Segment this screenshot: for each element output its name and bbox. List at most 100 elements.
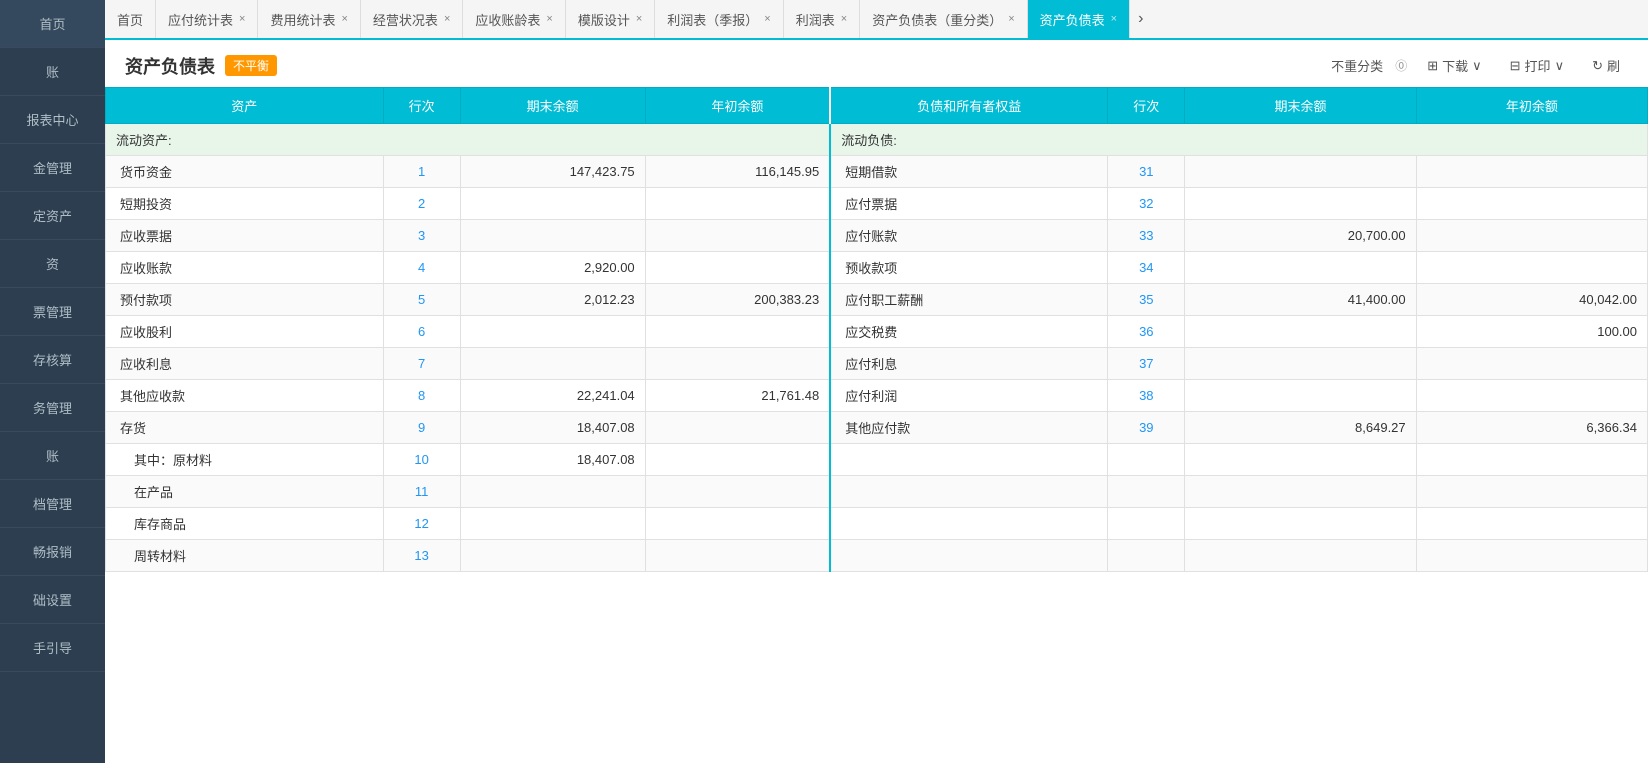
asset-name: 在产品 bbox=[106, 476, 384, 508]
tab-close-profit-quarterly[interactable]: × bbox=[764, 13, 770, 25]
liability-end-amount bbox=[1185, 380, 1416, 412]
sidebar-item-tax-mgmt[interactable]: 务管理 bbox=[0, 384, 105, 432]
liability-begin-amount bbox=[1416, 348, 1647, 380]
help-icon[interactable]: ⓪ bbox=[1395, 57, 1407, 74]
refresh-button[interactable]: ↻ 刷 bbox=[1584, 52, 1628, 79]
asset-begin-amount bbox=[645, 412, 830, 444]
liability-begin-amount: 40,042.00 bbox=[1416, 284, 1647, 316]
tab-home[interactable]: 首页 bbox=[105, 0, 156, 39]
tab-ar-aging[interactable]: 应收账龄表× bbox=[463, 0, 565, 39]
liability-begin-amount bbox=[1416, 476, 1647, 508]
sidebar: 首页 账 报表中心 金管理 定资产 资 票管理 存核算 务管理 账 档管理 畅报… bbox=[0, 0, 105, 763]
tab-close-ar-aging[interactable]: × bbox=[546, 13, 552, 25]
tab-profit-quarterly[interactable]: 利润表（季报）× bbox=[655, 0, 783, 39]
tab-balance[interactable]: 资产负债表× bbox=[1028, 0, 1130, 39]
liability-row-num: 37 bbox=[1108, 348, 1185, 380]
section-label-left: 流动资产: bbox=[106, 124, 831, 156]
liability-begin-amount bbox=[1416, 508, 1647, 540]
sidebar-item-inventory[interactable]: 存核算 bbox=[0, 336, 105, 384]
sidebar-item-home[interactable]: 首页 bbox=[0, 0, 105, 48]
report-table: 资产 行次 期末余额 年初余额 负债和所有者权益 行次 期末余额 年初余额 流动… bbox=[105, 87, 1648, 572]
col-header-end-left: 期末余额 bbox=[460, 88, 645, 124]
asset-begin-amount bbox=[645, 188, 830, 220]
asset-end-amount bbox=[460, 508, 645, 540]
tab-close-template-design[interactable]: × bbox=[636, 13, 642, 25]
sidebar-item-ledger[interactable]: 账 bbox=[0, 48, 105, 96]
sidebar-item-archive[interactable]: 档管理 bbox=[0, 480, 105, 528]
asset-end-amount bbox=[460, 348, 645, 380]
asset-name: 货币资金 bbox=[106, 156, 384, 188]
tab-close-ap-stats[interactable]: × bbox=[239, 13, 245, 25]
asset-row-num: 13 bbox=[383, 540, 460, 572]
sidebar-item-expense[interactable]: 畅报销 bbox=[0, 528, 105, 576]
asset-begin-amount: 21,761.48 bbox=[645, 380, 830, 412]
liability-begin-amount bbox=[1416, 380, 1647, 412]
tab-close-profit[interactable]: × bbox=[841, 13, 847, 25]
liability-end-amount: 41,400.00 bbox=[1185, 284, 1416, 316]
liability-name: 应交税费 bbox=[830, 316, 1108, 348]
sidebar-item-bank[interactable]: 账 bbox=[0, 432, 105, 480]
sidebar-item-ticket-mgmt[interactable]: 票管理 bbox=[0, 288, 105, 336]
sidebar-item-guide[interactable]: 手引导 bbox=[0, 624, 105, 672]
asset-begin-amount: 116,145.95 bbox=[645, 156, 830, 188]
liability-end-amount bbox=[1185, 316, 1416, 348]
page-header: 资产负债表 不平衡 不重分类 ⓪ ⊞ 下载 ∨ ⊟ 打印 ∨ ↻ 刷 bbox=[105, 40, 1648, 87]
asset-name: 库存商品 bbox=[106, 508, 384, 540]
liability-row-num: 38 bbox=[1108, 380, 1185, 412]
tab-close-balance-reclassified[interactable]: × bbox=[1008, 13, 1014, 25]
sidebar-item-fund-mgmt[interactable]: 金管理 bbox=[0, 144, 105, 192]
main-area: 首页 应付统计表× 费用统计表× 经营状况表× 应收账龄表× 模版设计× 利润表… bbox=[105, 0, 1648, 763]
asset-end-amount bbox=[460, 316, 645, 348]
liability-row-num: 35 bbox=[1108, 284, 1185, 316]
asset-row-num: 5 bbox=[383, 284, 460, 316]
col-header-asset: 资产 bbox=[106, 88, 384, 124]
asset-begin-amount bbox=[645, 316, 830, 348]
tab-balance-reclassified[interactable]: 资产负债表（重分类）× bbox=[860, 0, 1027, 39]
tab-ap-stats[interactable]: 应付统计表× bbox=[156, 0, 258, 39]
liability-begin-amount bbox=[1416, 540, 1647, 572]
liability-begin-amount bbox=[1416, 444, 1647, 476]
liability-begin-amount bbox=[1416, 220, 1647, 252]
liability-begin-amount bbox=[1416, 156, 1647, 188]
sidebar-item-settings[interactable]: 础设置 bbox=[0, 576, 105, 624]
asset-name: 短期投资 bbox=[106, 188, 384, 220]
asset-begin-amount bbox=[645, 252, 830, 284]
liability-name: 应付利息 bbox=[830, 348, 1108, 380]
liability-row-num: 39 bbox=[1108, 412, 1185, 444]
print-button[interactable]: ⊟ 打印 ∨ bbox=[1502, 52, 1572, 79]
asset-name: 其中：原材料 bbox=[106, 444, 384, 476]
liability-name: 应付账款 bbox=[830, 220, 1108, 252]
liability-begin-amount: 100.00 bbox=[1416, 316, 1647, 348]
download-chevron-icon: ∨ bbox=[1472, 58, 1482, 74]
asset-end-amount: 2,012.23 bbox=[460, 284, 645, 316]
sidebar-item-fixed-assets[interactable]: 定资产 bbox=[0, 192, 105, 240]
tab-close-balance[interactable]: × bbox=[1111, 13, 1117, 25]
tab-close-expense-stats[interactable]: × bbox=[341, 13, 347, 25]
liability-begin-amount bbox=[1416, 188, 1647, 220]
tab-close-operations[interactable]: × bbox=[444, 13, 450, 25]
tab-template-design[interactable]: 模版设计× bbox=[566, 0, 655, 39]
download-button[interactable]: ⊞ 下载 ∨ bbox=[1419, 52, 1489, 79]
liability-row-num bbox=[1108, 540, 1185, 572]
asset-row-num: 3 bbox=[383, 220, 460, 252]
liability-end-amount bbox=[1185, 156, 1416, 188]
col-header-row-left: 行次 bbox=[383, 88, 460, 124]
asset-end-amount: 2,920.00 bbox=[460, 252, 645, 284]
asset-row-num: 6 bbox=[383, 316, 460, 348]
tab-operations[interactable]: 经营状况表× bbox=[361, 0, 463, 39]
print-label: 打印 bbox=[1525, 56, 1551, 75]
sidebar-item-report-center[interactable]: 报表中心 bbox=[0, 96, 105, 144]
tab-expense-stats[interactable]: 费用统计表× bbox=[258, 0, 360, 39]
sidebar-item-investment[interactable]: 资 bbox=[0, 240, 105, 288]
section-label-right: 流动负债: bbox=[830, 124, 1647, 156]
liability-row-num bbox=[1108, 444, 1185, 476]
asset-name: 预付款项 bbox=[106, 284, 384, 316]
asset-begin-amount bbox=[645, 508, 830, 540]
tab-profit[interactable]: 利润表× bbox=[784, 0, 860, 39]
tab-scroll-right[interactable]: › bbox=[1130, 10, 1151, 28]
liability-end-amount bbox=[1185, 540, 1416, 572]
liability-end-amount: 8,649.27 bbox=[1185, 412, 1416, 444]
download-icon: ⊞ bbox=[1427, 58, 1438, 74]
liability-end-amount bbox=[1185, 444, 1416, 476]
liability-name: 应付利润 bbox=[830, 380, 1108, 412]
